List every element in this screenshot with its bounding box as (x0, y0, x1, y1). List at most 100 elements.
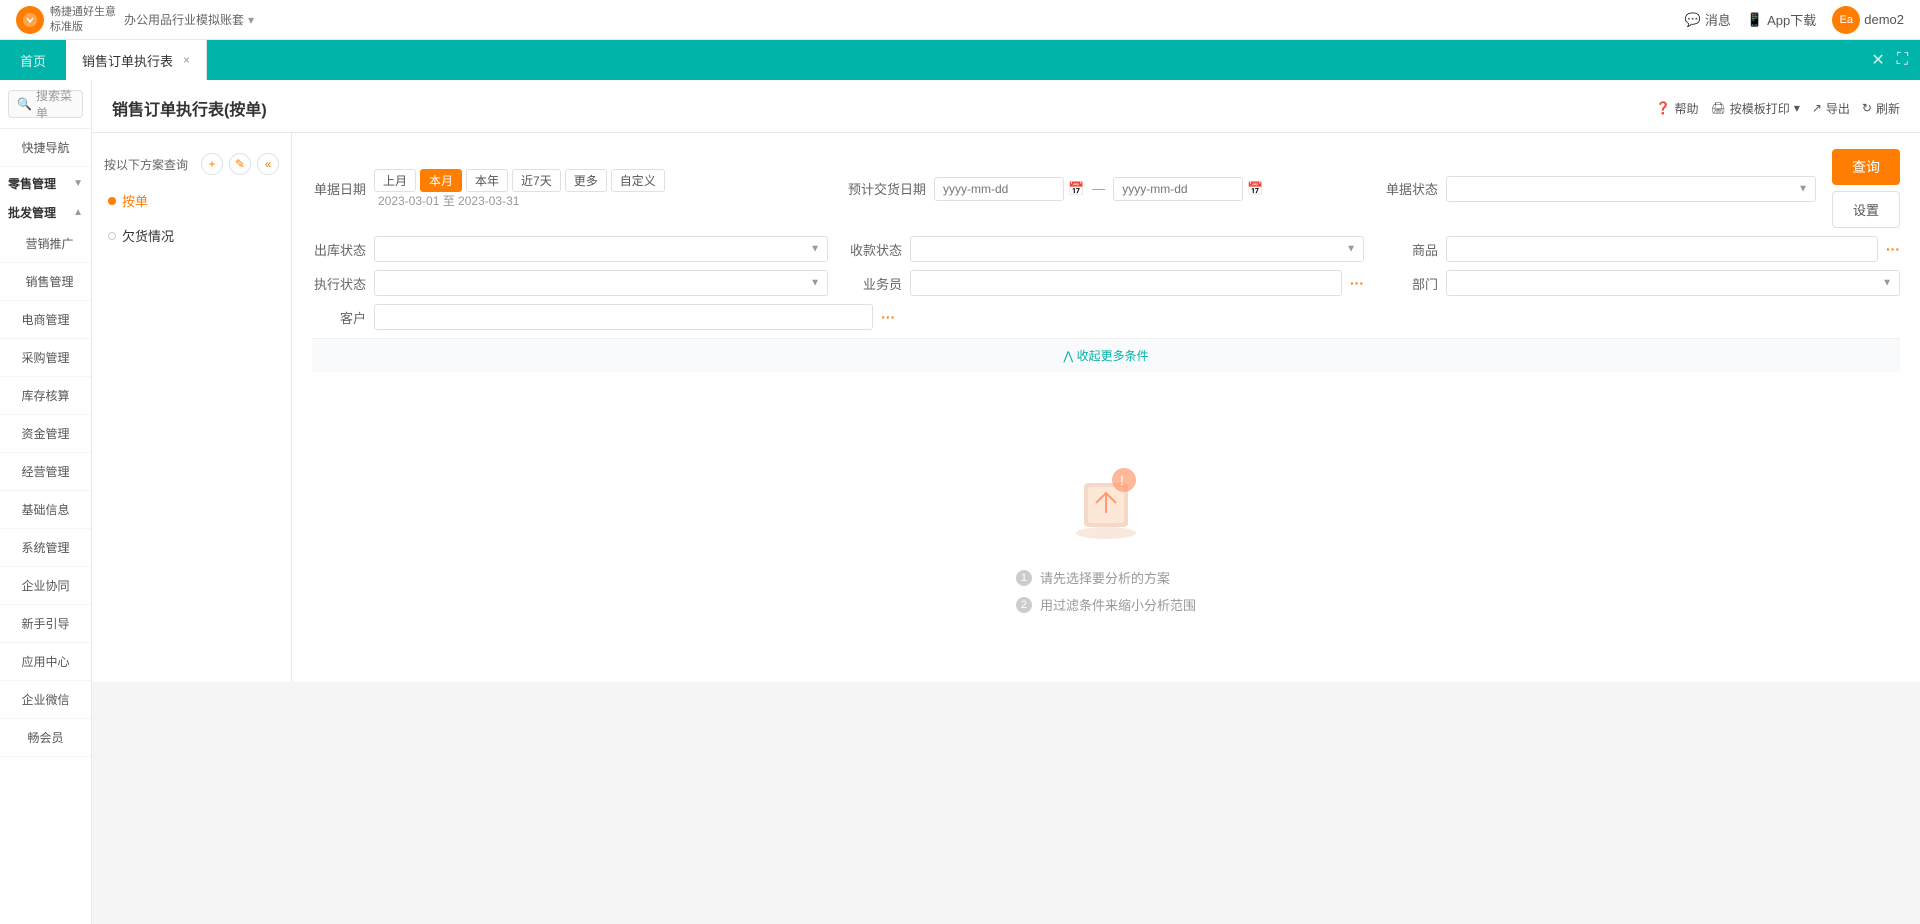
add-scheme-button[interactable]: + (201, 153, 223, 175)
expected-date-item: 预计交货日期 📅 — 📅 (848, 149, 1364, 228)
add-icon: + (208, 157, 215, 171)
message-action[interactable]: 💬 消息 (1685, 10, 1731, 29)
salesperson-label: 业务员 (848, 274, 902, 293)
date-btn-last-7-days[interactable]: 近7天 (512, 169, 561, 192)
content-area: 销售订单执行表(按单) ❓ 帮助 🖨 按模板打印 ▾ ↗ 导出 ↻ 刷新 (92, 80, 1920, 924)
sidebar-item-marketing[interactable]: 营销推广 (0, 225, 91, 263)
finance-label: 资金管理 (21, 427, 69, 441)
tab-minimize-icon[interactable]: ✕ (1867, 46, 1888, 74)
empty-tip-1: 1 请先选择要分析的方案 (1016, 568, 1196, 587)
query-button[interactable]: 查询 (1832, 149, 1900, 185)
sidebar-search-button[interactable]: 🔍 搜索菜单 (8, 90, 83, 118)
scheme-item-per-order[interactable]: 按单 (92, 183, 291, 218)
date-btn-custom[interactable]: 自定义 (611, 169, 665, 192)
search-icon: 🔍 (17, 97, 32, 111)
collect-status-select[interactable] (910, 236, 1364, 262)
basic-info-label: 基础信息 (21, 503, 69, 517)
doc-status-select[interactable] (1446, 176, 1816, 202)
customer-input[interactable] (374, 304, 873, 330)
wholesale-label: 批发管理 (8, 204, 56, 221)
date-btn-more[interactable]: 更多 (565, 169, 607, 192)
export-icon: ↗ (1812, 101, 1822, 115)
sidebar-search-area: 🔍 搜索菜单 (0, 80, 91, 129)
sidebar-item-enterprise-collab[interactable]: 企业协同 (0, 567, 91, 605)
left-panel: 按以下方案查询 + ✎ « 按单 (92, 133, 292, 682)
sidebar-item-new-guide[interactable]: 新手引导 (0, 605, 91, 643)
enterprise-wechat-label: 企业微信 (21, 693, 69, 707)
sidebar-item-member[interactable]: 畅会员 (0, 719, 91, 757)
export-button[interactable]: ↗ 导出 (1812, 100, 1850, 117)
tab-active[interactable]: 销售订单执行表 × (66, 40, 207, 80)
product-more-icon[interactable]: ··· (1886, 241, 1900, 257)
tab-expand-icon[interactable]: ⛶ (1893, 47, 1912, 73)
sidebar-item-basic-info[interactable]: 基础信息 (0, 491, 91, 529)
breadcrumb-dropdown-icon[interactable]: ▾ (248, 13, 254, 27)
expected-date-end[interactable] (1113, 177, 1243, 201)
customer-more-icon[interactable]: ··· (881, 309, 895, 325)
refresh-button[interactable]: ↻ 刷新 (1862, 100, 1900, 117)
collect-status-select-wrapper (910, 236, 1364, 262)
quick-nav-label: 快捷导航 (21, 141, 69, 155)
header-right: 💬 消息 📱 App下载 Ea demo2 (1685, 6, 1904, 34)
print-dropdown-icon: ▾ (1794, 101, 1800, 115)
app-download-action[interactable]: 📱 App下载 (1747, 10, 1816, 29)
settings-button[interactable]: 设置 (1832, 191, 1900, 228)
sidebar-item-inventory[interactable]: 库存核算 (0, 377, 91, 415)
sidebar-item-system[interactable]: 系统管理 (0, 529, 91, 567)
dept-select[interactable] (1446, 270, 1900, 296)
message-label: 消息 (1705, 10, 1731, 29)
sidebar-item-app-center[interactable]: 应用中心 (0, 643, 91, 681)
expected-date-start[interactable] (934, 177, 1064, 201)
user-avatar-action[interactable]: Ea demo2 (1832, 6, 1904, 34)
sidebar-item-quick-nav[interactable]: 快捷导航 (0, 129, 91, 167)
date-btn-this-year[interactable]: 本年 (466, 169, 508, 192)
customer-label: 客户 (312, 308, 366, 327)
sidebar-search-label: 搜索菜单 (36, 87, 74, 121)
date-calendar-icon-end: 📅 (1247, 181, 1263, 197)
logo-text: 畅捷通好生意 标准版 (50, 5, 116, 34)
scheme-active-dot (108, 197, 116, 205)
tab-home[interactable]: 首页 (0, 40, 66, 80)
product-input[interactable] (1446, 236, 1878, 262)
query-buttons: 查询 设置 (1832, 149, 1900, 228)
help-label: 帮助 (1675, 100, 1699, 117)
out-status-select[interactable] (374, 236, 828, 262)
marketing-label: 营销推广 (25, 237, 73, 251)
avatar: Ea (1832, 6, 1860, 34)
main-layout: 🔍 搜索菜单 快捷导航 零售管理 ▼ 批发管理 ▲ 营销推广 销售管理 电商管理… (0, 80, 1920, 924)
tab-close-icon[interactable]: × (183, 53, 190, 67)
exec-status-item: 执行状态 (312, 270, 828, 296)
sidebar-section-wholesale[interactable]: 批发管理 ▲ (0, 196, 91, 225)
date-btn-this-month[interactable]: 本月 (420, 169, 462, 192)
date-btns-area: 上月 本月 本年 近7天 更多 自定义 2023-03-01 至 2023-03… (374, 169, 828, 209)
collapse-button[interactable]: ⋀ 收起更多条件 (312, 338, 1900, 372)
salesperson-more-icon[interactable]: ··· (1350, 275, 1364, 291)
sidebar-item-ecommerce[interactable]: 电商管理 (0, 301, 91, 339)
sidebar-item-purchase[interactable]: 采购管理 (0, 339, 91, 377)
header-left: 畅捷通好生意 标准版 办公用品行业模拟账套 ▾ (16, 5, 254, 34)
help-button[interactable]: ❓ 帮助 (1656, 100, 1699, 117)
empty-tip-2: 2 用过滤条件来缩小分析范围 (1016, 595, 1196, 614)
collapse-panel-button[interactable]: « (257, 153, 279, 175)
exec-status-select-wrapper (374, 270, 828, 296)
exec-status-select[interactable] (374, 270, 828, 296)
breadcrumb: 办公用品行业模拟账套 ▾ (124, 11, 254, 28)
scheme-item-backorder[interactable]: 欠货情况 (92, 218, 291, 253)
sidebar-section-retail[interactable]: 零售管理 ▼ (0, 167, 91, 196)
retail-label: 零售管理 (8, 175, 56, 192)
sidebar-item-sales[interactable]: 销售管理 (0, 263, 91, 301)
print-button[interactable]: 🖨 按模板打印 ▾ (1711, 100, 1800, 117)
page-actions: ❓ 帮助 🖨 按模板打印 ▾ ↗ 导出 ↻ 刷新 (1656, 100, 1900, 129)
collapse-label: 收起更多条件 (1077, 349, 1149, 363)
export-label: 导出 (1826, 100, 1850, 117)
sidebar-item-enterprise-wechat[interactable]: 企业微信 (0, 681, 91, 719)
retail-arrow: ▼ (73, 178, 83, 189)
refresh-label: 刷新 (1876, 100, 1900, 117)
sidebar-item-finance[interactable]: 资金管理 (0, 415, 91, 453)
sidebar-item-operations[interactable]: 经营管理 (0, 453, 91, 491)
edit-scheme-button[interactable]: ✎ (229, 153, 251, 175)
top-header: 畅捷通好生意 标准版 办公用品行业模拟账套 ▾ 💬 消息 📱 App下载 Ea … (0, 0, 1920, 40)
date-btn-last-month[interactable]: 上月 (374, 169, 416, 192)
purchase-label: 采购管理 (21, 351, 69, 365)
salesperson-input[interactable] (910, 270, 1342, 296)
